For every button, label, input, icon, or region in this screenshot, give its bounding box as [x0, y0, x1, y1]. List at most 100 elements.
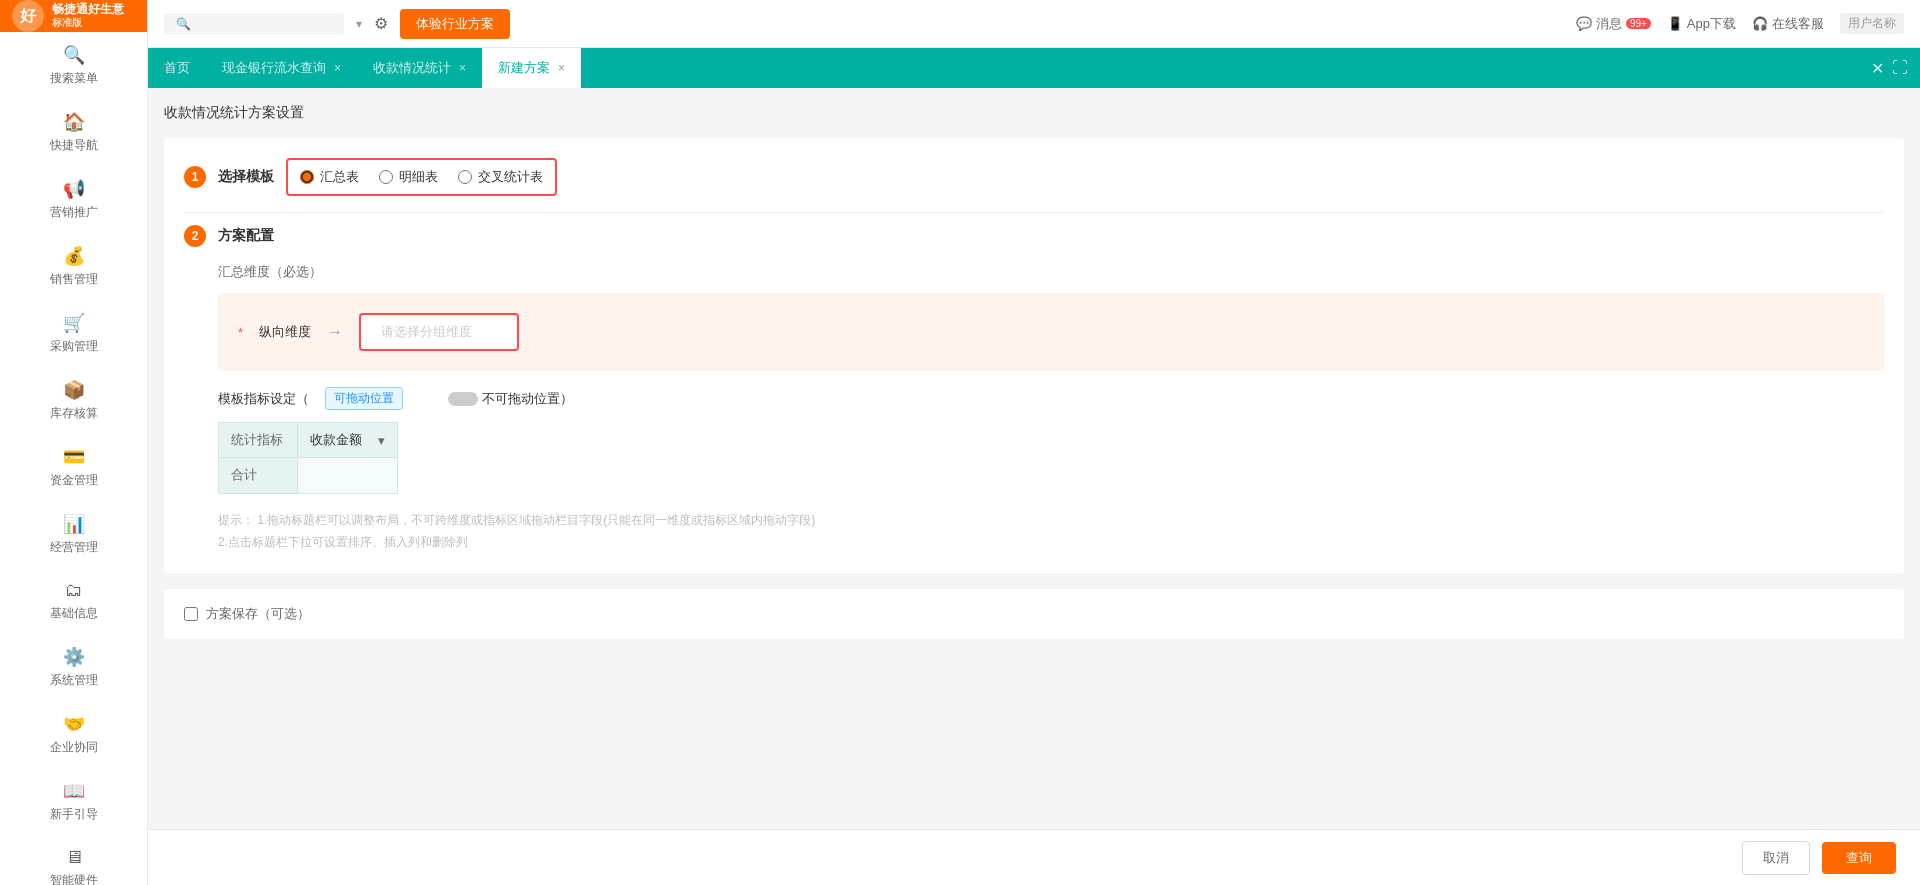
sidebar-label-inventory: 库存核算	[50, 405, 98, 422]
sidebar: 好 畅捷通好生意 标准版 🔍 搜索菜单 🏠 快捷导航 📢 营销推广 💰 销售管理…	[0, 0, 148, 885]
guide-icon: 📖	[63, 780, 85, 802]
sidebar-item-finance[interactable]: 💳 资金管理	[0, 434, 147, 501]
service-label: 在线客服	[1772, 15, 1824, 33]
download-item[interactable]: 📱 App下载	[1667, 15, 1736, 33]
cancel-button[interactable]: 取消	[1742, 841, 1810, 875]
radio-detail[interactable]: 明细表	[379, 168, 438, 186]
tab-receipt-label: 收款情况统计	[373, 59, 451, 77]
tab-new-close[interactable]: ×	[558, 61, 565, 75]
main-area: 🔍 ▾ ⚙ 体验行业方案 💬 消息 99+ 📱 App下载 🎧 在线客服 用户名…	[148, 0, 1920, 885]
inventory-icon: 📦	[63, 379, 85, 401]
sidebar-label-basic: 基础信息	[50, 605, 98, 622]
metrics-col-header[interactable]: 收款金额 ▾	[298, 422, 398, 458]
sidebar-item-search[interactable]: 🔍 搜索菜单	[0, 32, 147, 99]
marketing-icon: 📢	[63, 178, 85, 200]
logo-icon: 好	[12, 0, 44, 32]
close-all-icon[interactable]: ✕	[1871, 59, 1884, 78]
basic-icon: 🗂	[65, 580, 83, 601]
notification-item[interactable]: 💬 消息 99+	[1576, 15, 1651, 33]
bottom-bar: 取消 查询	[148, 829, 1920, 885]
dimension-select[interactable]: 请选择分组维度	[359, 313, 519, 351]
gear-icon[interactable]: ⚙	[374, 14, 388, 33]
non-draggable-indicator: 不可拖动位置）	[448, 390, 573, 408]
sidebar-item-operation[interactable]: 📊 经营管理	[0, 501, 147, 568]
radio-cross-input[interactable]	[458, 170, 472, 184]
chevron-down-icon: ▾	[378, 433, 385, 448]
cooperation-icon: 🤝	[63, 713, 85, 735]
service-item[interactable]: 🎧 在线客服	[1752, 15, 1824, 33]
sidebar-item-purchase[interactable]: 🛒 采购管理	[0, 300, 147, 367]
template-radio-group: 汇总表 明细表 交叉统计表	[286, 158, 557, 196]
step2-num: 2	[184, 225, 206, 247]
tab-new[interactable]: 新建方案 ×	[482, 48, 581, 88]
radio-summary-input[interactable]	[300, 170, 314, 184]
metrics-label: 模板指标设定（	[218, 390, 309, 408]
col-header-text: 收款金额	[310, 431, 362, 449]
sidebar-item-basic[interactable]: 🗂 基础信息	[0, 568, 147, 634]
sidebar-label-system: 系统管理	[50, 672, 98, 689]
sidebar-label-marketing: 营销推广	[50, 204, 98, 221]
radio-detail-input[interactable]	[379, 170, 393, 184]
app-version: 标准版	[52, 16, 124, 30]
page-title: 收款情况统计方案设置	[164, 104, 1904, 122]
tab-home[interactable]: 首页	[148, 48, 206, 88]
topbar: 🔍 ▾ ⚙ 体验行业方案 💬 消息 99+ 📱 App下载 🎧 在线客服 用户名…	[148, 0, 1920, 48]
user-name: 用户名称	[1840, 13, 1904, 34]
sidebar-item-marketing[interactable]: 📢 营销推广	[0, 166, 147, 233]
query-button[interactable]: 查询	[1822, 842, 1896, 874]
step2-section: 2 方案配置 汇总维度（必选） * 纵向维度 → 请选择分组维度	[184, 225, 1884, 553]
tab-bank[interactable]: 现金银行流水查询 ×	[206, 48, 357, 88]
radio-detail-label: 明细表	[399, 168, 438, 186]
tip-2: 2.点击标题栏下拉可设置排序、插入列和删除列	[218, 532, 1884, 554]
finance-icon: 💳	[63, 446, 85, 468]
search-icon: 🔍	[63, 44, 85, 66]
sidebar-item-nav[interactable]: 🏠 快捷导航	[0, 99, 147, 166]
notification-label: 消息	[1596, 15, 1622, 33]
metrics-subtotal-cell: 合计	[218, 458, 298, 494]
tab-bank-close[interactable]: ×	[334, 61, 341, 75]
topbar-chevron-icon[interactable]: ▾	[356, 17, 362, 31]
step2-content: 汇总维度（必选） * 纵向维度 → 请选择分组维度 模板指标设定（	[218, 263, 1884, 553]
message-icon: 💬	[1576, 16, 1592, 31]
metrics-category-header: 统计指标	[218, 422, 298, 458]
metrics-data-cell	[298, 458, 398, 494]
radio-summary[interactable]: 汇总表	[300, 168, 359, 186]
sidebar-label-hardware: 智能硬件	[50, 872, 98, 885]
download-label: App下载	[1687, 15, 1736, 33]
tab-new-label: 新建方案	[498, 59, 550, 77]
tab-receipt[interactable]: 收款情况统计 ×	[357, 48, 482, 88]
headset-icon: 🎧	[1752, 16, 1768, 31]
footer-card: 方案保存（可选）	[164, 589, 1904, 639]
sidebar-label-finance: 资金管理	[50, 472, 98, 489]
metrics-separator	[419, 390, 432, 408]
save-checkbox[interactable]	[184, 607, 198, 621]
industry-btn[interactable]: 体验行业方案	[400, 9, 510, 39]
sidebar-item-inventory[interactable]: 📦 库存核算	[0, 367, 147, 434]
system-icon: ⚙️	[63, 646, 85, 668]
step1-num: 1	[184, 166, 206, 188]
metrics-table: 统计指标 合计 收款金额 ▾	[218, 422, 1884, 494]
tip-1: 提示： 1.拖动标题栏可以调整布局，不可跨维度或指标区域拖动栏目字段(只能在同一…	[218, 510, 1884, 532]
sidebar-item-sales[interactable]: 💰 销售管理	[0, 233, 147, 300]
draggable-badge[interactable]: 可拖动位置	[325, 387, 403, 410]
tips-section: 提示： 1.拖动标题栏可以调整布局，不可跨维度或指标区域拖动栏目字段(只能在同一…	[218, 510, 1884, 553]
radio-summary-label: 汇总表	[320, 168, 359, 186]
expand-icon[interactable]: ⛶	[1892, 59, 1908, 77]
tab-receipt-close[interactable]: ×	[459, 61, 466, 75]
topbar-right: 💬 消息 99+ 📱 App下载 🎧 在线客服 用户名称	[1576, 13, 1904, 34]
sidebar-item-cooperation[interactable]: 🤝 企业协同	[0, 701, 147, 768]
sidebar-item-system[interactable]: ⚙️ 系统管理	[0, 634, 147, 701]
sidebar-logo: 好 畅捷通好生意 标准版	[0, 0, 147, 32]
search-bar[interactable]: 🔍	[164, 13, 344, 35]
purchase-icon: 🛒	[63, 312, 85, 334]
dimension-row: * 纵向维度 → 请选择分组维度	[238, 313, 1864, 351]
metrics-row-col: 统计指标 合计	[218, 422, 298, 494]
sidebar-item-hardware[interactable]: 🖥 智能硬件	[0, 835, 147, 885]
arrow-icon: →	[327, 323, 343, 341]
radio-cross[interactable]: 交叉统计表	[458, 168, 543, 186]
step2-header: 2 方案配置	[184, 225, 1884, 247]
sidebar-item-guide[interactable]: 📖 新手引导	[0, 768, 147, 835]
sidebar-label-operation: 经营管理	[50, 539, 98, 556]
tab-bank-label: 现金银行流水查询	[222, 59, 326, 77]
tabbar: 首页 现金银行流水查询 × 收款情况统计 × 新建方案 × ✕ ⛶	[148, 48, 1920, 88]
